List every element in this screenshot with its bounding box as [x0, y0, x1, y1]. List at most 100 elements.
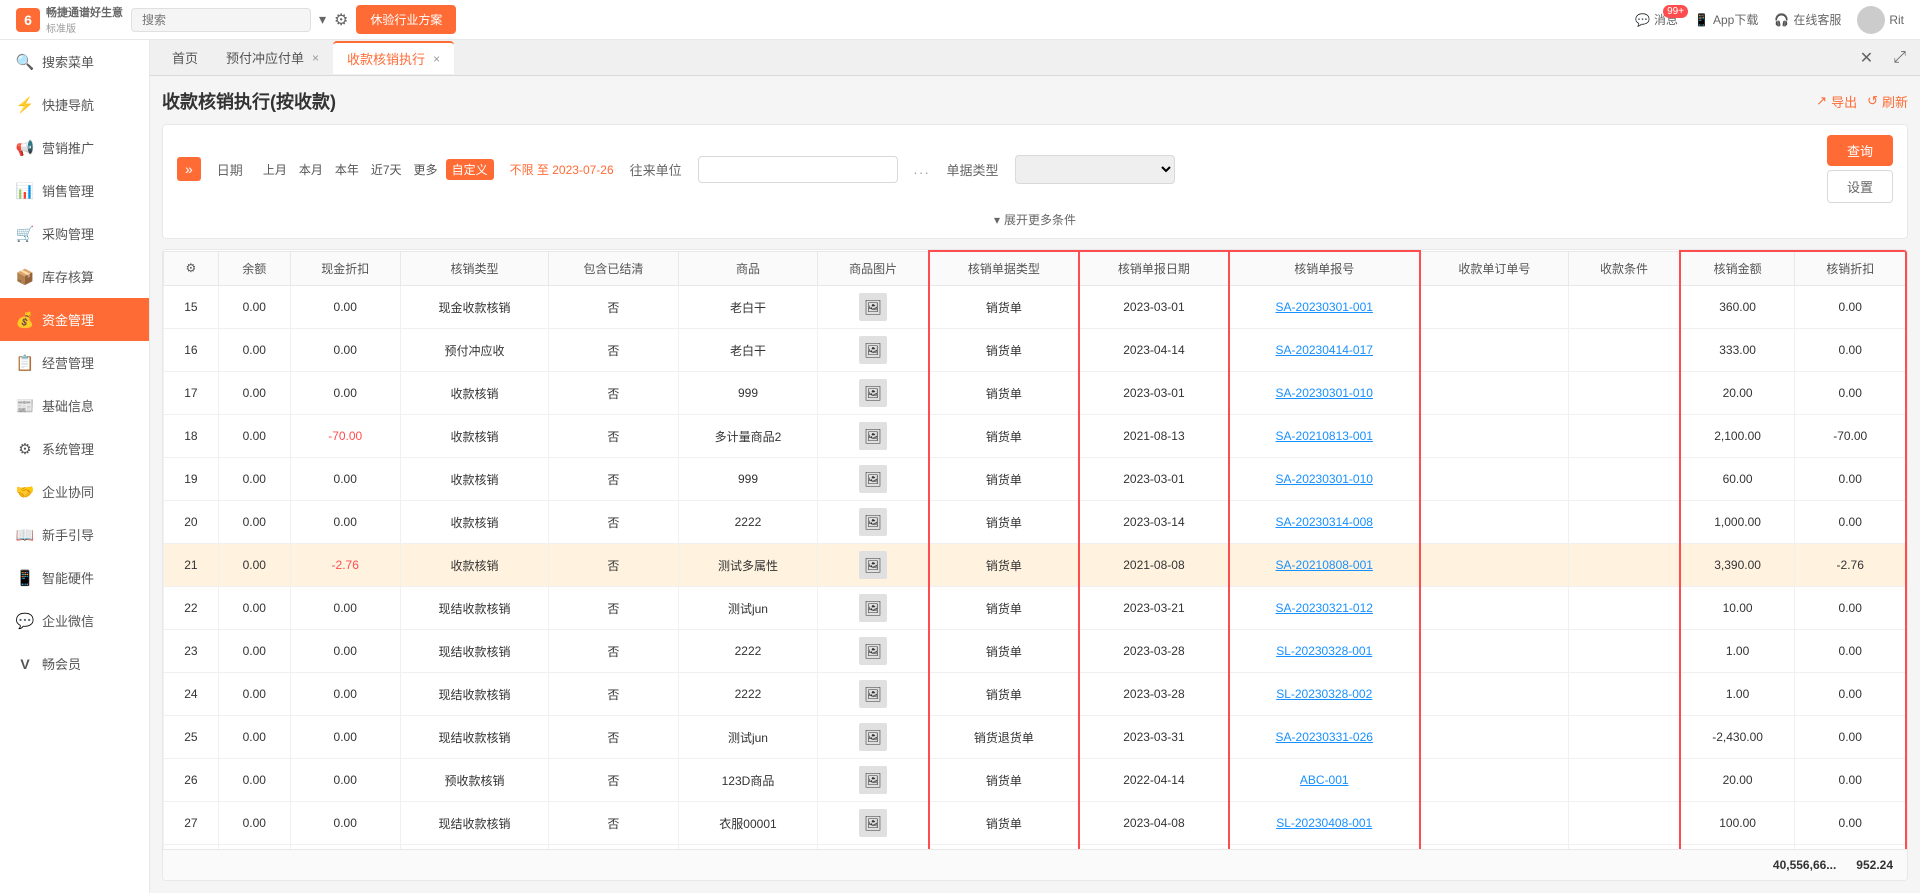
- cell-bill-no[interactable]: SL-20230328-001: [1229, 630, 1420, 673]
- cell-bill-no[interactable]: ABC-001: [1229, 759, 1420, 802]
- sidebar-item-member[interactable]: V 畅会员: [0, 642, 149, 685]
- tab-expand-btn[interactable]: ⤢: [1887, 46, 1912, 70]
- sidebar-item-guide[interactable]: 📖 新手引导: [0, 513, 149, 556]
- member-icon: V: [16, 655, 34, 673]
- expand-btn[interactable]: ▾ 展开更多条件: [994, 211, 1076, 228]
- cell-writeoff-amount: 360.00: [1680, 286, 1795, 329]
- operations-icon: 📋: [16, 354, 34, 372]
- sidebar-item-search[interactable]: 🔍 搜索菜单: [0, 40, 149, 83]
- cell-bill-no[interactable]: SA-20230314-008: [1229, 501, 1420, 544]
- cell-cash-discount: 0.00: [290, 458, 400, 501]
- partner-input[interactable]: [698, 156, 898, 183]
- cell-bill-no[interactable]: SL-20230328-002: [1229, 673, 1420, 716]
- cell-receipt-condition: [1569, 544, 1680, 587]
- date-btn-this-month[interactable]: 本月: [295, 159, 327, 180]
- tab-prepay-close[interactable]: ×: [312, 51, 319, 65]
- cell-included-settled: 否: [549, 587, 678, 630]
- sidebar-item-system[interactable]: ⚙ 系统管理: [0, 427, 149, 470]
- cell-writeoff-amount: 100.00: [1680, 802, 1795, 845]
- cell-bill-no[interactable]: SA-20230321-012: [1229, 587, 1420, 630]
- cell-receipt-condition: [1569, 415, 1680, 458]
- brand: 6 畅捷通谱好生意 标准版: [16, 4, 123, 35]
- query-btn[interactable]: 查询: [1827, 135, 1893, 166]
- cell-receipt-order-no: [1420, 587, 1569, 630]
- th-receipt-condition: 收款条件: [1569, 251, 1680, 286]
- app-download-btn[interactable]: 📱 App下载: [1694, 11, 1758, 28]
- date-btn-more[interactable]: 更多: [410, 159, 442, 180]
- th-bill-type: 核销单据类型: [929, 251, 1079, 286]
- cell-writeoff-amount: 60.00: [1680, 458, 1795, 501]
- sidebar-item-inventory[interactable]: 📦 库存核算: [0, 255, 149, 298]
- table-scroll[interactable]: ⚙ 余额 现金折扣 核销类型 包含已结清 商品 商品图片 核销单据类型 核销单报…: [163, 250, 1907, 849]
- expand-icon: ▾: [994, 213, 1000, 227]
- sidebar-item-base-info[interactable]: 📰 基础信息: [0, 384, 149, 427]
- cell-bill-no[interactable]: SA-20210808-001: [1229, 544, 1420, 587]
- trial-btn[interactable]: 休验行业方案: [356, 5, 456, 34]
- bill-type-select[interactable]: [1015, 155, 1175, 184]
- cell-writeoff-discount: 0.00: [1795, 286, 1906, 329]
- cell-id: 18: [164, 415, 219, 458]
- sidebar-item-hardware[interactable]: 📱 智能硬件: [0, 556, 149, 599]
- cell-bill-no[interactable]: SA-20230301-010: [1229, 372, 1420, 415]
- tab-prepay[interactable]: 预付冲应付单 ×: [212, 42, 333, 73]
- date-btn-last-month[interactable]: 上月: [259, 159, 291, 180]
- cell-bill-no[interactable]: SA-20230414-017: [1229, 329, 1420, 372]
- cell-bill-date: 2022-04-14: [1079, 759, 1229, 802]
- tab-writeoff-close[interactable]: ×: [433, 52, 440, 66]
- cell-bill-no[interactable]: SA-20210813-001: [1229, 415, 1420, 458]
- cell-bill-no[interactable]: SA-20230301-010: [1229, 458, 1420, 501]
- sidebar-item-quick-nav[interactable]: ⚡ 快捷导航: [0, 83, 149, 126]
- th-settings[interactable]: ⚙: [164, 251, 219, 286]
- date-btn-custom[interactable]: 自定义: [446, 159, 494, 180]
- cell-bill-no[interactable]: SA-20230301-001: [1229, 286, 1420, 329]
- cell-id: 22: [164, 587, 219, 630]
- online-service-btn[interactable]: 🎧 在线客服: [1774, 11, 1841, 28]
- filter-toggle-btn[interactable]: »: [177, 157, 201, 181]
- chevron-down-icon[interactable]: ▾: [319, 11, 326, 28]
- sidebar-item-marketing[interactable]: 📢 营销推广: [0, 126, 149, 169]
- date-btn-this-year[interactable]: 本年: [331, 159, 363, 180]
- sales-icon: 📊: [16, 182, 34, 200]
- top-bar-right: 💬 消息 99+ 📱 App下载 🎧 在线客服 Rit: [1635, 6, 1904, 34]
- message-btn[interactable]: 💬 消息 99+: [1635, 11, 1678, 28]
- export-btn[interactable]: ↗ 导出: [1816, 92, 1857, 111]
- sidebar-item-wechat[interactable]: 💬 企业微信: [0, 599, 149, 642]
- cell-receipt-condition: [1569, 458, 1680, 501]
- cell-writeoff-amount: -2,430.00: [1680, 716, 1795, 759]
- cell-receipt-order-no: [1420, 372, 1569, 415]
- date-btn-7days[interactable]: 近7天: [367, 159, 406, 180]
- sidebar-item-sales[interactable]: 📊 销售管理: [0, 169, 149, 212]
- cell-writeoff-amount: 3,390.00: [1680, 544, 1795, 587]
- cell-cash-discount: 0.00: [290, 716, 400, 759]
- settings-btn[interactable]: 设置: [1827, 170, 1893, 203]
- cell-bill-no[interactable]: SL-20230408-001: [1229, 802, 1420, 845]
- sidebar-item-label: 搜索菜单: [42, 52, 94, 71]
- tab-home[interactable]: 首页: [158, 42, 212, 73]
- cell-goods-image: 🖼: [818, 329, 929, 372]
- cell-writeoff-discount: 0.00: [1795, 501, 1906, 544]
- avatar-img: [1857, 6, 1885, 34]
- th-balance: 余额: [218, 251, 290, 286]
- sidebar-item-operations[interactable]: 📋 经营管理: [0, 341, 149, 384]
- cell-goods-image: 🖼: [818, 286, 929, 329]
- cell-goods: 123D商品: [678, 759, 818, 802]
- user-avatar[interactable]: Rit: [1857, 6, 1904, 34]
- sidebar-item-enterprise[interactable]: 🤝 企业协同: [0, 470, 149, 513]
- refresh-btn[interactable]: ↺ 刷新: [1867, 92, 1908, 111]
- cell-bill-no[interactable]: SA-20230331-026: [1229, 716, 1420, 759]
- message-icon: 💬: [1635, 13, 1650, 27]
- cell-cash-discount: -70.00: [290, 415, 400, 458]
- cell-receipt-order-no: [1420, 329, 1569, 372]
- tab-close-all-btn[interactable]: ✕: [1854, 46, 1879, 70]
- cell-writeoff-type: 收款核销: [400, 372, 548, 415]
- tab-writeoff[interactable]: 收款核销执行 ×: [333, 41, 454, 74]
- cell-writeoff-type: 预付冲应收: [400, 329, 548, 372]
- gear-icon[interactable]: ⚙: [334, 10, 348, 30]
- cell-included-settled: 否: [549, 759, 678, 802]
- table-row: 16 0.00 0.00 预付冲应收 否 老白干 🖼 销货单 2023-04-1…: [164, 329, 1907, 372]
- sidebar-item-finance[interactable]: 💰 资金管理: [0, 298, 149, 341]
- sidebar-item-purchase[interactable]: 🛒 采购管理: [0, 212, 149, 255]
- tab-bar-actions: ✕ ⤢: [1854, 46, 1912, 70]
- search-input[interactable]: [131, 8, 311, 32]
- table-wrap: ⚙ 余额 现金折扣 核销类型 包含已结清 商品 商品图片 核销单据类型 核销单报…: [162, 249, 1908, 881]
